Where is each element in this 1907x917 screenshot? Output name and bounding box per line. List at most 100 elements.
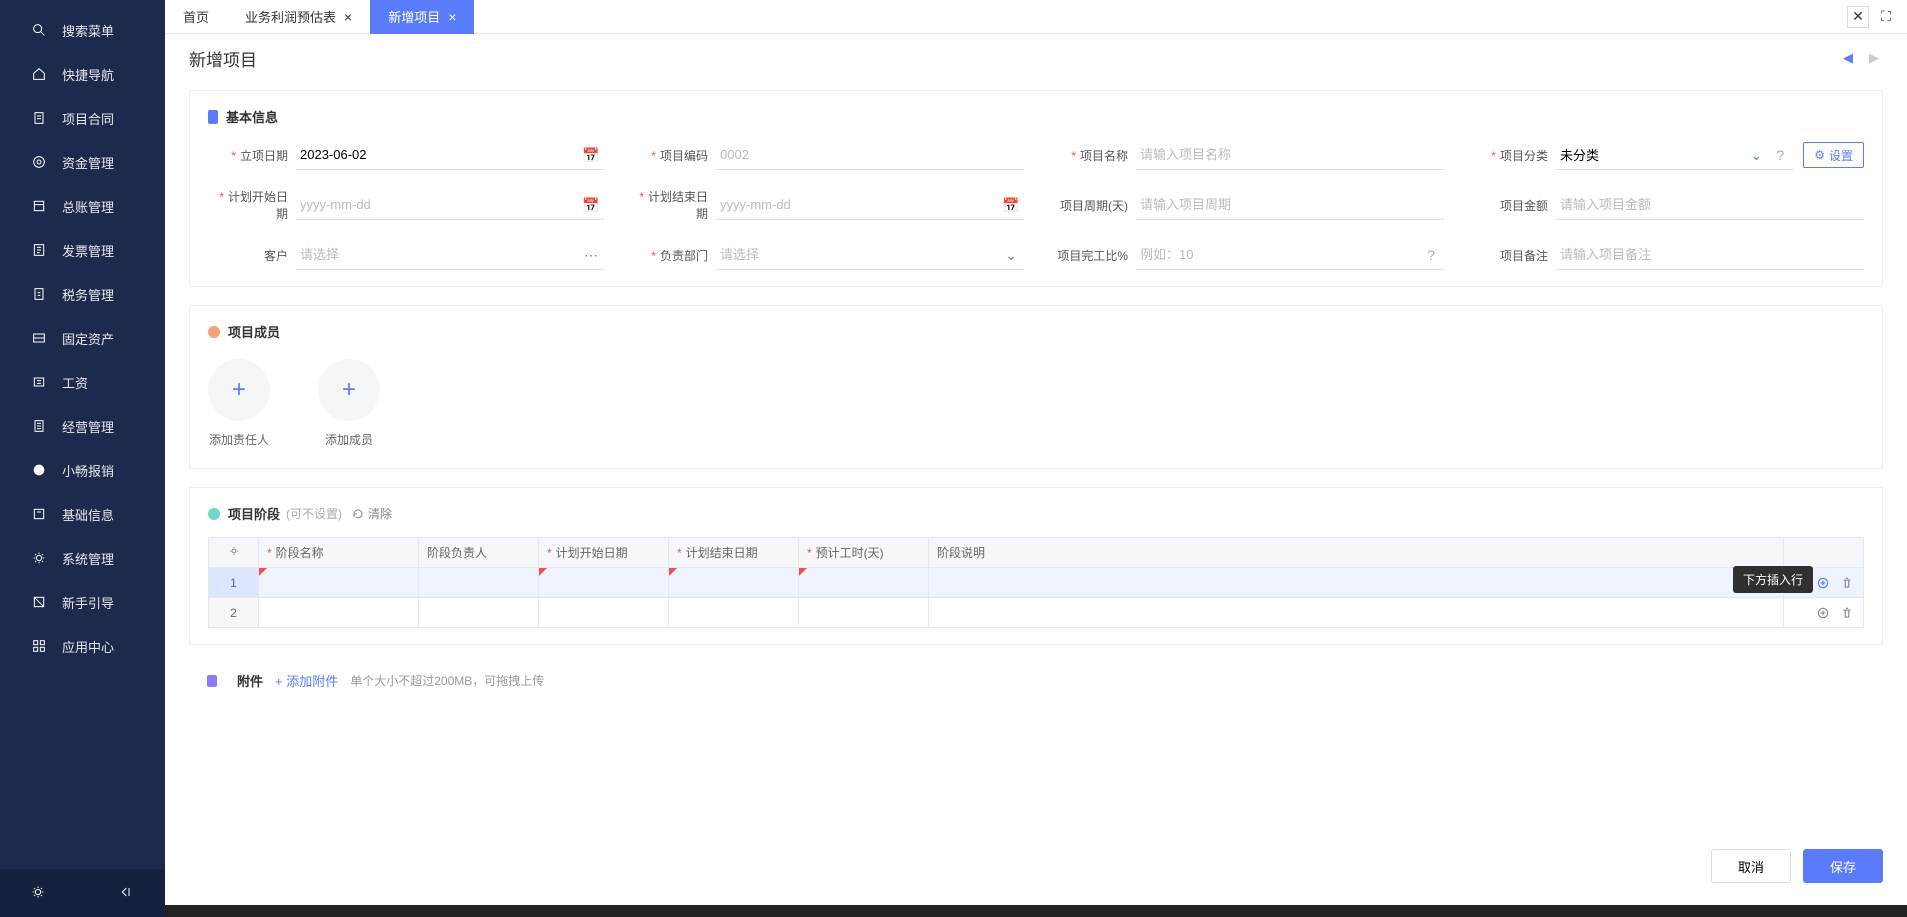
dept-select[interactable] [716, 240, 1024, 270]
sidebar-item-reimburse[interactable]: 小畅报销 [0, 448, 165, 492]
code-input[interactable] [716, 140, 1024, 170]
collapse-icon[interactable] [117, 884, 135, 902]
cell-end[interactable] [669, 568, 799, 598]
section-icon [208, 508, 220, 520]
name-input[interactable] [1136, 140, 1444, 170]
cell-owner[interactable] [419, 568, 539, 598]
tabs: 首页 业务利润预估表× 新增项目× ✕ ⛶ [165, 0, 1907, 34]
sidebar-item-ledger[interactable]: 总账管理 [0, 184, 165, 228]
cell-ops: 下方插入行 [1784, 568, 1864, 598]
sidebar-item-apps[interactable]: 应用中心 [0, 624, 165, 668]
footer: 取消 保存 [1711, 849, 1883, 883]
sidebar-item-guide[interactable]: 新手引导 [0, 580, 165, 624]
page-nav: ◀ ▶ [1839, 49, 1883, 67]
phase-table: 阶段名称 阶段负责人 计划开始日期 计划结束日期 预计工时(天) 阶段说明 [208, 537, 1864, 628]
tabs-expand-button[interactable]: ⛶ [1875, 6, 1897, 28]
customer-select[interactable] [296, 240, 604, 270]
section-phase: 项目阶段 (可不设置) 清除 [189, 487, 1883, 645]
field-label: 计划开始日期 [208, 188, 296, 222]
sidebar-item-search[interactable]: 搜索菜单 [0, 8, 165, 52]
table-row[interactable]: 2 [209, 598, 1864, 628]
home-icon [30, 65, 48, 83]
sidebar-item-business[interactable]: 经营管理 [0, 404, 165, 448]
plan-start-input[interactable] [296, 190, 604, 220]
add-member-button[interactable]: + 添加成员 [318, 359, 380, 448]
cell-name[interactable] [259, 568, 419, 598]
attach-note: 单个大小不超过200MB，可拖拽上传 [350, 672, 544, 689]
sidebar-item-quicknav[interactable]: 快捷导航 [0, 52, 165, 96]
tabs-close-button[interactable]: ✕ [1847, 6, 1869, 28]
next-arrow-icon[interactable]: ▶ [1865, 49, 1883, 67]
field-name: 项目名称 [1048, 140, 1444, 170]
field-dept: 负责部门 ⌄ [628, 240, 1024, 270]
section-title-basic: 基本信息 [208, 107, 1864, 126]
sidebar-item-system[interactable]: 系统管理 [0, 536, 165, 580]
sidebar-item-baseinfo[interactable]: 基础信息 [0, 492, 165, 536]
field-plan-start: 计划开始日期 📅 [208, 188, 604, 222]
chevron-down-icon[interactable]: ⌄ [1747, 146, 1765, 164]
add-owner-button[interactable]: + 添加责任人 [208, 359, 270, 448]
sidebar-item-funds[interactable]: 资金管理 [0, 140, 165, 184]
insert-row-icon[interactable] [1815, 605, 1831, 621]
amount-input[interactable] [1556, 190, 1864, 220]
sidebar-item-invoice[interactable]: 发票管理 [0, 228, 165, 272]
close-icon[interactable]: × [448, 9, 456, 25]
period-input[interactable] [1136, 190, 1444, 220]
delete-row-icon[interactable] [1839, 575, 1855, 591]
close-icon[interactable]: × [344, 9, 352, 25]
field-create-date: 立项日期 📅 [208, 140, 604, 170]
sidebar-item-asset[interactable]: 固定资产 [0, 316, 165, 360]
help-icon[interactable]: ? [1422, 246, 1440, 264]
plan-end-input[interactable] [716, 190, 1024, 220]
add-attachment-button[interactable]: + 添加附件 [275, 671, 338, 690]
tab-label: 首页 [183, 7, 209, 26]
section-title-members: 项目成员 [208, 322, 1864, 341]
tab-newproject[interactable]: 新增项目× [370, 0, 474, 34]
create-date-input[interactable] [296, 140, 604, 170]
sidebar-item-label: 资金管理 [62, 153, 114, 172]
cell-hours[interactable] [799, 598, 929, 628]
clear-label: 清除 [368, 505, 392, 522]
settings-label: 设置 [1829, 147, 1853, 164]
cell-desc[interactable] [929, 568, 1784, 598]
section-title-text: 项目阶段 [228, 504, 280, 523]
settings-button[interactable]: ⚙设置 [1803, 142, 1864, 168]
progress-input[interactable] [1136, 240, 1444, 270]
field-customer: 客户 ⋯ [208, 240, 604, 270]
cell-end[interactable] [669, 598, 799, 628]
cell-name[interactable] [259, 598, 419, 628]
clear-button[interactable]: 清除 [352, 505, 392, 522]
field-label: 项目编码 [628, 147, 716, 164]
cell-owner[interactable] [419, 598, 539, 628]
field-label: 项目分类 [1468, 147, 1556, 164]
help-icon[interactable]: ? [1771, 146, 1789, 164]
apps-icon [30, 637, 48, 655]
gear-icon[interactable] [30, 884, 48, 902]
remark-input[interactable] [1556, 240, 1864, 270]
prev-arrow-icon[interactable]: ◀ [1839, 49, 1857, 67]
cell-start[interactable] [539, 598, 669, 628]
sidebar-bottom [0, 869, 165, 917]
cell-hours[interactable] [799, 568, 929, 598]
calendar-icon[interactable]: 📅 [1002, 196, 1020, 214]
col-settings[interactable] [209, 538, 259, 568]
plus-icon: + [208, 359, 270, 421]
base-icon [30, 505, 48, 523]
cell-start[interactable] [539, 568, 669, 598]
tab-home[interactable]: 首页 [165, 0, 227, 34]
tab-profit[interactable]: 业务利润预估表× [227, 0, 370, 34]
chevron-down-icon[interactable]: ⌄ [1002, 246, 1020, 264]
sidebar-item-tax[interactable]: 税务管理 [0, 272, 165, 316]
sidebar-item-contract[interactable]: 项目合同 [0, 96, 165, 140]
insert-row-icon[interactable] [1815, 575, 1831, 591]
cell-desc[interactable] [929, 598, 1784, 628]
calendar-icon[interactable]: 📅 [582, 196, 600, 214]
cancel-button[interactable]: 取消 [1711, 849, 1791, 883]
save-button[interactable]: 保存 [1803, 849, 1883, 883]
delete-row-icon[interactable] [1839, 605, 1855, 621]
calendar-icon[interactable]: 📅 [582, 146, 600, 164]
table-row[interactable]: 1 下方插入行 [209, 568, 1864, 598]
sidebar-item-payroll[interactable]: 工资 [0, 360, 165, 404]
more-icon[interactable]: ⋯ [582, 246, 600, 264]
sidebar-item-label: 项目合同 [62, 109, 114, 128]
